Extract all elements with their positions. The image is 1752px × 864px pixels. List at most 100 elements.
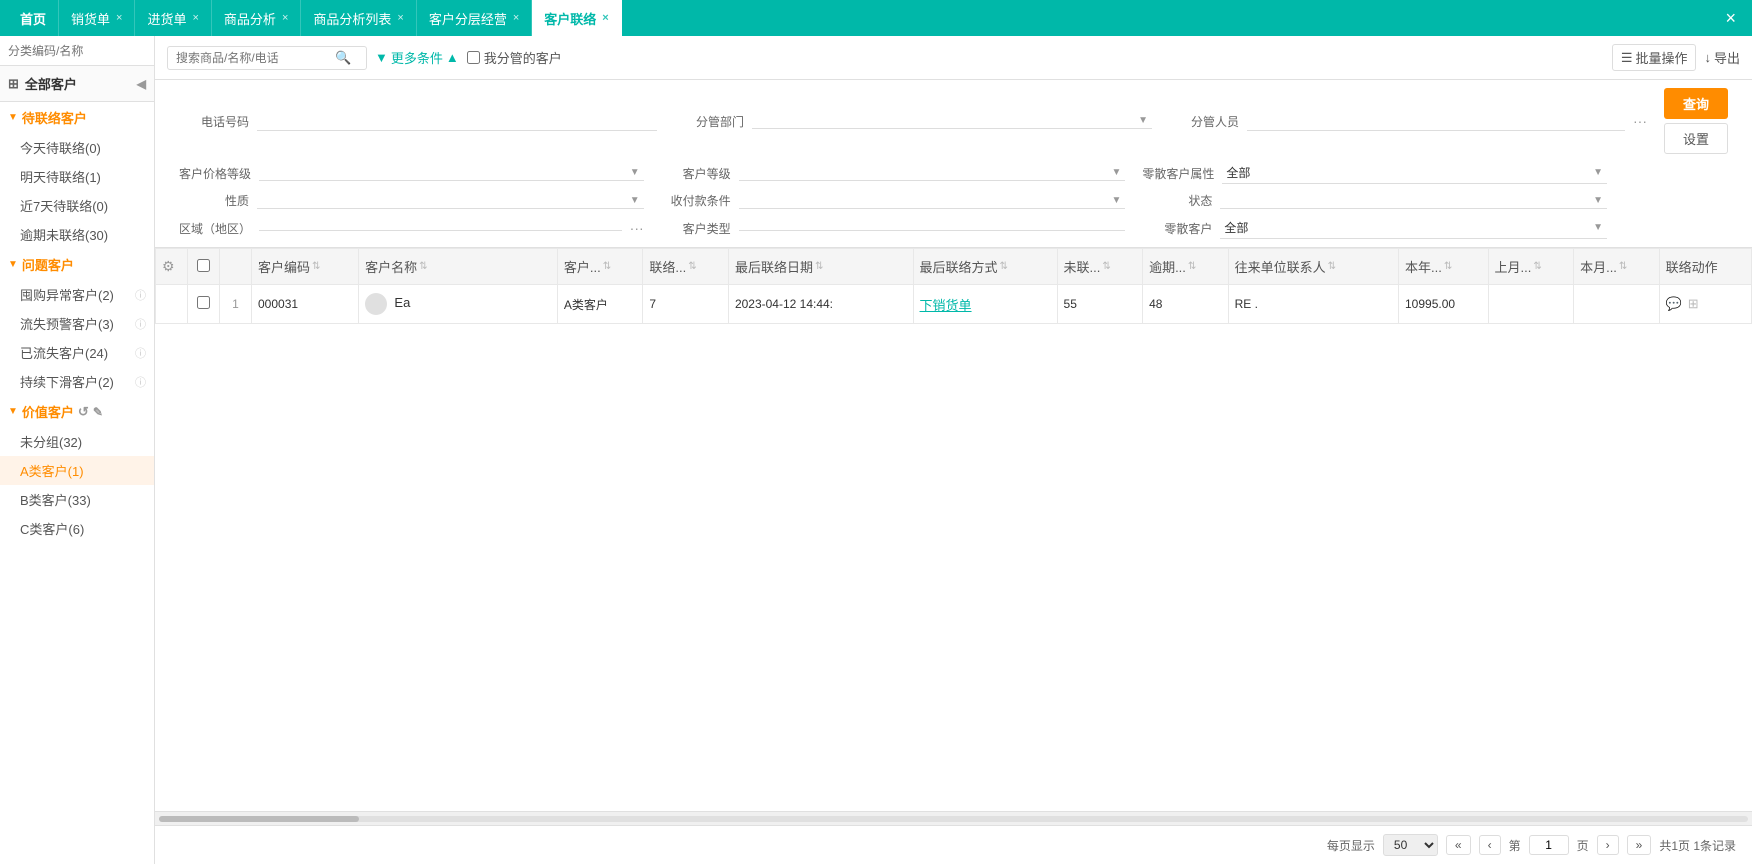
dept-arrow: ▼ — [1138, 115, 1148, 126]
dept-select[interactable]: ▼ — [752, 113, 1152, 129]
scroll-thumb[interactable] — [159, 816, 359, 822]
region-select[interactable] — [259, 226, 622, 231]
sort-icon-thisyear[interactable]: ⇅ — [1444, 261, 1452, 272]
close-tab-0[interactable]: × — [116, 12, 122, 24]
nav-tab-1[interactable]: 进货单 × — [135, 0, 211, 36]
sort-icon-overdue[interactable]: ⇅ — [1188, 261, 1196, 272]
select-all-checkbox[interactable] — [197, 259, 210, 272]
last-way-link[interactable]: 下销货单 — [920, 298, 972, 313]
col-name[interactable]: 客户名称 ⇅ — [359, 249, 558, 285]
chat-icon[interactable]: 💬 — [1666, 296, 1682, 312]
col-lastmonth[interactable]: 上月... ⇅ — [1488, 249, 1574, 285]
sort-icon-thismonth[interactable]: ⇅ — [1619, 261, 1627, 272]
price-level-select[interactable]: ▼ — [259, 165, 644, 181]
sidebar-section-value[interactable]: ▼ 价值客户 ↺ ✎ — [0, 396, 154, 427]
next-page-btn[interactable]: › — [1597, 835, 1619, 855]
more-filters-btn[interactable]: ▼ 更多条件 ▲ — [375, 48, 459, 67]
gear-btn[interactable]: ⚙ — [162, 258, 175, 275]
nav-tab-0[interactable]: 销货单 × — [59, 0, 135, 36]
sidebar-item-declining[interactable]: 持续下滑客户(2) ⓘ — [0, 367, 154, 396]
payment-select[interactable]: ▼ — [739, 193, 1126, 209]
sidebar-item-overdue[interactable]: 逾期未联络(30) — [0, 220, 154, 249]
close-tab-1[interactable]: × — [192, 12, 198, 24]
prev-page-btn[interactable]: ‹ — [1479, 835, 1501, 855]
close-tab-3[interactable]: × — [397, 12, 403, 24]
col-lastdate[interactable]: 最后联络日期 ⇅ — [728, 249, 913, 285]
last-page-btn[interactable]: » — [1627, 835, 1652, 855]
cust-level-select[interactable]: ▼ — [739, 165, 1126, 181]
sort-icon-lastway[interactable]: ⇅ — [1000, 261, 1008, 272]
main-search-icon[interactable]: 🔍 — [335, 50, 351, 66]
sidebar-item-today[interactable]: 今天待联络(0) — [0, 133, 154, 162]
sidebar-item-tomorrow[interactable]: 明天待联络(1) — [0, 162, 154, 191]
status-select[interactable]: ▼ — [1220, 193, 1607, 209]
close-tab-5[interactable]: × — [602, 12, 608, 24]
setting-btn[interactable]: 设置 — [1664, 123, 1728, 154]
sidebar-item-ungroup[interactable]: 未分组(32) — [0, 427, 154, 456]
scatter-select[interactable]: 全部 ▼ — [1220, 217, 1607, 239]
value-edit-icon[interactable]: ✎ — [93, 405, 103, 419]
person-input-wrap — [1247, 112, 1625, 131]
main-search-input[interactable] — [176, 51, 331, 65]
sidebar-all-customers[interactable]: ⊞ 全部客户 ◀ — [0, 66, 154, 102]
nav-home[interactable]: 首页 — [8, 0, 59, 36]
my-customers-checkbox[interactable] — [467, 51, 480, 64]
query-btn[interactable]: 查询 — [1664, 88, 1728, 119]
phone-input[interactable] — [261, 114, 653, 128]
cust-type-select[interactable] — [739, 226, 1126, 231]
sort-icon-unitcontact[interactable]: ⇅ — [1328, 261, 1336, 272]
sort-icon-lastdate[interactable]: ⇅ — [815, 261, 823, 272]
sidebar-search-input[interactable] — [8, 44, 155, 58]
close-tab-2[interactable]: × — [282, 12, 288, 24]
col-type[interactable]: 客户... ⇅ — [557, 249, 643, 285]
sidebar-item-hoarding[interactable]: 囤购异常客户(2) ⓘ — [0, 280, 154, 309]
sidebar-item-a-class[interactable]: A类客户(1) — [0, 456, 154, 485]
nav-tab-4[interactable]: 客户分层经营 × — [417, 0, 532, 36]
horizontal-scrollbar[interactable] — [155, 811, 1752, 825]
col-contact[interactable]: 联络... ⇅ — [643, 249, 729, 285]
sidebar-item-b-class[interactable]: B类客户(33) — [0, 485, 154, 514]
sidebar-item-week[interactable]: 近7天待联络(0) — [0, 191, 154, 220]
col-thismonth[interactable]: 本月... ⇅ — [1574, 249, 1660, 285]
row-checkbox-1[interactable] — [197, 296, 210, 309]
sidebar-item-lostwarning[interactable]: 流失预警客户(3) ⓘ — [0, 309, 154, 338]
nav-tab-2[interactable]: 商品分析 × — [212, 0, 301, 36]
sidebar-collapse-btn[interactable]: ◀ — [137, 77, 146, 91]
nature-select[interactable]: ▼ — [257, 193, 644, 209]
col-code[interactable]: 客户编码 ⇅ — [252, 249, 359, 285]
col-unitcontact[interactable]: 往来单位联系人 ⇅ — [1228, 249, 1398, 285]
page-number-input[interactable] — [1529, 835, 1569, 855]
qr-icon[interactable]: ⊞ — [1688, 296, 1699, 312]
sort-icon-notcontact[interactable]: ⇅ — [1102, 261, 1110, 272]
col-overdue[interactable]: 逾期... ⇅ — [1143, 249, 1229, 285]
filter-scatter-attr: 零散客户属性 全部 ▼ — [1134, 162, 1616, 184]
sort-icon-name[interactable]: ⇅ — [419, 261, 427, 272]
nav-tab-5[interactable]: 客户联络 × — [532, 0, 621, 36]
sort-icon-code[interactable]: ⇅ — [312, 261, 320, 272]
nav-tab-3[interactable]: 商品分析列表 × — [301, 0, 416, 36]
sidebar-section-pending[interactable]: ▼ 待联络客户 — [0, 102, 154, 133]
sidebar-item-c-class[interactable]: C类客户(6) — [0, 514, 154, 543]
batch-op-btn[interactable]: ☰ 批量操作 — [1612, 44, 1697, 71]
window-close-button[interactable]: × — [1717, 8, 1744, 29]
cell-thisyear: 10995.00 — [1399, 285, 1489, 324]
value-refresh-icon[interactable]: ↺ — [78, 404, 89, 420]
col-notcontact[interactable]: 未联... ⇅ — [1057, 249, 1143, 285]
scatter-attr-select[interactable]: 全部 ▼ — [1222, 162, 1607, 184]
sidebar-section-problem[interactable]: ▼ 问题客户 — [0, 249, 154, 280]
sort-icon-contact[interactable]: ⇅ — [688, 261, 696, 272]
first-page-btn[interactable]: « — [1446, 835, 1471, 855]
sort-icon-lastmonth[interactable]: ⇅ — [1533, 261, 1541, 272]
sort-icon-type[interactable]: ⇅ — [603, 261, 611, 272]
region-dots-btn[interactable]: ··· — [630, 220, 644, 236]
person-dots-btn[interactable]: ··· — [1633, 113, 1647, 129]
export-btn[interactable]: ↓ 导出 — [1704, 44, 1740, 71]
col-thisyear[interactable]: 本年... ⇅ — [1399, 249, 1489, 285]
page-size-select[interactable]: 50 100 200 — [1383, 834, 1438, 856]
col-lastway[interactable]: 最后联络方式 ⇅ — [913, 249, 1057, 285]
sidebar-item-lost[interactable]: 已流失客户(24) ⓘ — [0, 338, 154, 367]
person-input[interactable] — [1251, 114, 1621, 128]
sidebar: 🔍 ⊞ 全部客户 ◀ ▼ 待联络客户 今天待联络(0) 明天待联络(1) 近7天… — [0, 36, 155, 864]
cell-thismonth — [1574, 285, 1660, 324]
close-tab-4[interactable]: × — [513, 12, 519, 24]
